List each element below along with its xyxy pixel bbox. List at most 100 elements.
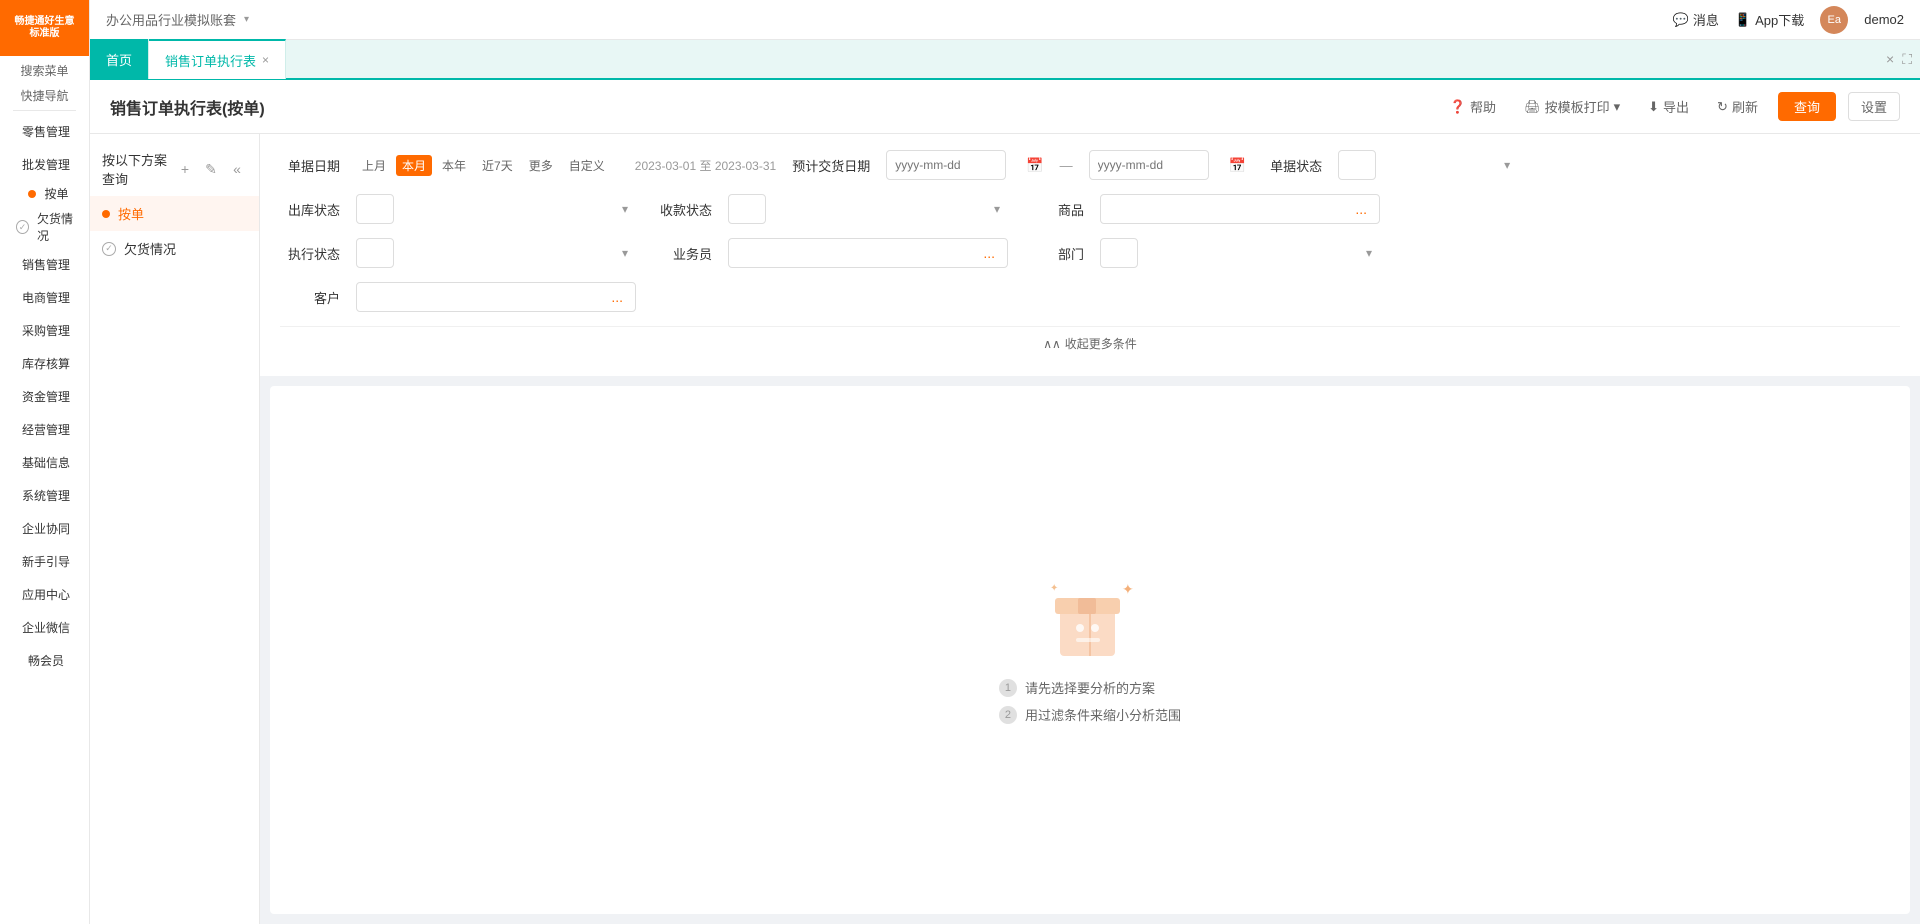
collapse-bar[interactable]: ∧∧ 收起更多条件 [280, 326, 1900, 360]
goods-ellipsis-icon[interactable]: ... [1351, 201, 1371, 217]
sidebar-quicknav[interactable]: 快捷导航 [0, 81, 90, 106]
app-logo: 畅捷通好生意 标准版 [0, 0, 90, 56]
header-actions: 💬 消息 📱 App下载 Ea demo2 [1673, 6, 1904, 34]
date-to-calendar-icon[interactable]: 📅 [1229, 157, 1246, 174]
left-nav-press-label: 按单 [118, 204, 144, 223]
app-logo-text: 畅捷通好生意 [15, 16, 75, 28]
export-button[interactable]: ⬇ 导出 [1640, 93, 1697, 120]
goods-input[interactable] [1109, 195, 1351, 223]
filter-area: 单据日期 上月 本月 本年 近7天 更多 自定义 2023-03-01 至 20… [260, 134, 1920, 376]
gray-circle-icon: ✓ [16, 220, 29, 234]
date-tab-year[interactable]: 本年 [436, 155, 472, 176]
sidebar-item-sales[interactable]: 电商管理 [0, 281, 90, 314]
refresh-button[interactable]: ↻ 刷新 [1709, 93, 1766, 120]
app-logo-subtext: 标准版 [30, 28, 60, 40]
salesperson-ellipsis-icon[interactable]: ... [979, 245, 999, 261]
tab-home[interactable]: 首页 [90, 39, 149, 79]
customer-label: 客户 [280, 288, 340, 307]
dept-label: 部门 [1024, 244, 1084, 263]
message-action[interactable]: 💬 消息 [1673, 10, 1719, 29]
goods-label: 商品 [1024, 200, 1084, 219]
tab-maximize-icon[interactable]: ⛶ [1902, 51, 1912, 68]
sidebar-item-finance[interactable]: 经营管理 [0, 413, 90, 446]
date-tab-prev[interactable]: 上月 [356, 155, 392, 176]
date-range-text: 2023-03-01 至 2023-03-31 [635, 157, 776, 174]
breadcrumb-dropdown-icon[interactable]: ▾ [244, 14, 249, 25]
add-scheme-button[interactable]: + [175, 159, 195, 179]
expected-date-from-input[interactable] [886, 150, 1006, 180]
sidebar-item-basic[interactable]: 系统管理 [0, 479, 90, 512]
sidebar-sub-credit[interactable]: ✓ 欠货情况 [0, 206, 89, 248]
breadcrumb: 办公用品行业模拟账套 ▾ [106, 10, 249, 29]
tab-close-icon[interactable]: × [262, 53, 269, 67]
exec-select[interactable] [356, 238, 394, 268]
content-area: 销售订单执行表(按单) ❓ 帮助 🖨 按模板打印 ▾ ⬇ 导出 ↻ 刷新 [90, 80, 1920, 924]
content-body: 按以下方案查询 + ✎ « 按单 ✓ 欠货情况 [90, 134, 1920, 924]
avatar[interactable]: Ea [1820, 6, 1848, 34]
app-download-action[interactable]: 📱 App下载 [1735, 10, 1804, 29]
settings-button[interactable]: 设置 [1848, 92, 1900, 121]
dept-select[interactable] [1100, 238, 1138, 268]
sidebar-item-appstore[interactable]: 企业微信 [0, 611, 90, 644]
sidebar-item-system[interactable]: 企业协同 [0, 512, 90, 545]
salesperson-label: 业务员 [652, 244, 712, 263]
filter-row-3: 执行状态 业务员 ... 部门 [280, 238, 1900, 268]
empty-text: 1 请先选择要分析的方案 2 用过滤条件来缩小分析范围 [999, 678, 1181, 724]
customer-ellipsis-icon[interactable]: ... [607, 289, 627, 305]
sidebar-item-marketing[interactable]: 销售管理 [0, 248, 90, 281]
payment-select[interactable] [728, 194, 766, 224]
content-header: 销售订单执行表(按单) ❓ 帮助 🖨 按模板打印 ▾ ⬇ 导出 ↻ 刷新 [90, 80, 1920, 134]
sidebar-item-member[interactable] [0, 677, 90, 693]
date-tab-custom[interactable]: 自定义 [563, 155, 611, 176]
date-tabs: 上月 本月 本年 近7天 更多 自定义 [356, 155, 611, 176]
date-from-calendar-icon[interactable]: 📅 [1026, 157, 1043, 174]
sidebar-item-purchase[interactable]: 库存核算 [0, 347, 90, 380]
refresh-icon: ↻ [1717, 99, 1728, 115]
collapse-panel-button[interactable]: « [227, 159, 247, 179]
edit-scheme-button[interactable]: ✎ [201, 159, 221, 179]
left-panel: 按以下方案查询 + ✎ « 按单 ✓ 欠货情况 [90, 134, 260, 924]
sidebar-item-wholesale[interactable]: 批发管理 [0, 148, 90, 181]
status-select[interactable] [1338, 150, 1376, 180]
sidebar-item-enterprise[interactable]: 新手引导 [0, 545, 90, 578]
sidebar-item-ecommerce[interactable]: 采购管理 [0, 314, 90, 347]
sidebar-item-operation[interactable]: 基础信息 [0, 446, 90, 479]
empty-step-2: 2 用过滤条件来缩小分析范围 [999, 705, 1181, 724]
help-icon: ❓ [1450, 99, 1466, 115]
tab-sales-order[interactable]: 销售订单执行表 × [149, 39, 286, 79]
print-button[interactable]: 🖨 按模板打印 ▾ [1516, 93, 1628, 120]
help-button[interactable]: ❓ 帮助 [1442, 93, 1504, 120]
sidebar-sub-press[interactable]: 按单 [12, 181, 76, 206]
left-panel-title: 按以下方案查询 [102, 150, 175, 188]
credit-circle-icon: ✓ [102, 242, 116, 256]
chat-icon: 💬 [1673, 12, 1689, 28]
sidebar-item-guide[interactable]: 应用中心 [0, 578, 90, 611]
sidebar-item-corpwx[interactable]: 畅会员 [0, 644, 90, 677]
customer-input[interactable] [365, 283, 607, 311]
query-button[interactable]: 查询 [1778, 92, 1836, 121]
sidebar-search[interactable]: 搜索菜单 [0, 56, 90, 81]
outbound-select[interactable] [356, 194, 394, 224]
collapse-label: 收起更多条件 [1065, 335, 1137, 352]
date-tab-more[interactable]: 更多 [523, 155, 559, 176]
breadcrumb-text: 办公用品行业模拟账套 [106, 10, 236, 29]
date-tab-7days[interactable]: 近7天 [476, 155, 519, 176]
salesperson-input[interactable] [737, 239, 979, 267]
left-nav-press[interactable]: 按单 [90, 196, 259, 231]
sidebar-item-inventory[interactable]: 资金管理 [0, 380, 90, 413]
refresh-label: 刷新 [1732, 97, 1758, 116]
status-label: 单据状态 [1262, 156, 1322, 175]
date-separator: — [1060, 158, 1073, 173]
left-nav-credit[interactable]: ✓ 欠货情况 [90, 231, 259, 266]
top-header: 办公用品行业模拟账套 ▾ 💬 消息 📱 App下载 Ea demo2 [90, 0, 1920, 40]
date-tab-curr[interactable]: 本月 [396, 155, 432, 176]
left-nav-credit-label: 欠货情况 [124, 239, 176, 258]
page-title: 销售订单执行表(按单) [110, 95, 265, 131]
right-panel: 单据日期 上月 本月 本年 近7天 更多 自定义 2023-03-01 至 20… [260, 134, 1920, 924]
step1-text: 请先选择要分析的方案 [1025, 678, 1155, 697]
sidebar-item-retail[interactable]: 零售管理 [0, 115, 90, 148]
expected-date-to-input[interactable] [1089, 150, 1209, 180]
tab-minimize-icon[interactable]: × [1886, 51, 1894, 67]
date-label: 单据日期 [280, 156, 340, 175]
print-dropdown-icon[interactable]: ▾ [1614, 99, 1621, 115]
